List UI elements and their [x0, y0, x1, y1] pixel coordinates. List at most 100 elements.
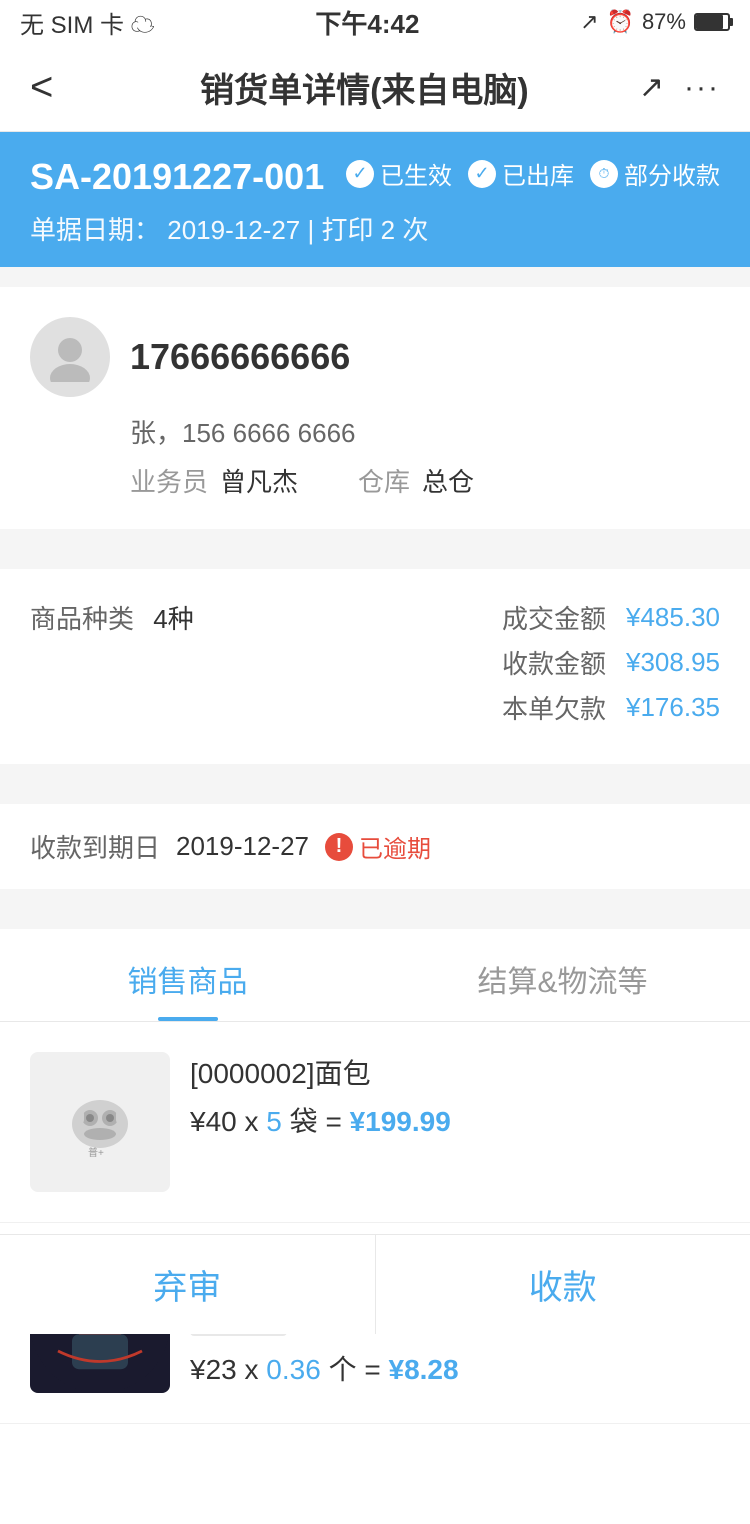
- tab-products[interactable]: 销售商品: [0, 929, 375, 1021]
- nav-bar: < 销货单详情(来自电脑) ↗︎ ···: [0, 44, 750, 132]
- date-label: 单据日期：: [30, 215, 160, 245]
- location-icon: ↗: [580, 9, 598, 35]
- owed-amount-value: ¥176.35: [626, 692, 720, 723]
- shipped-icon: ✓: [468, 160, 496, 188]
- bottom-spacer: [0, 1424, 750, 1524]
- date-value: 2019-12-27: [167, 215, 300, 245]
- status-right: ↗ ⏰ 87%: [580, 9, 730, 35]
- type-label: 商品种类: [30, 604, 134, 634]
- product-type-info: 商品种类 4种: [30, 599, 194, 636]
- product-image-1: 普+: [30, 1052, 170, 1192]
- customer-id: 17666666666: [130, 336, 350, 378]
- deal-amount-label: 成交金额: [502, 599, 606, 636]
- order-date: 单据日期： 2019-12-27 | 打印 2 次: [30, 210, 720, 247]
- stats-row: 商品种类 4种 成交金额 ¥485.30 收款金额 ¥308.95 本单欠款 ¥…: [30, 599, 720, 734]
- back-button[interactable]: <: [30, 65, 90, 110]
- qty-1: 5: [266, 1106, 282, 1137]
- print-info: | 打印 2 次: [307, 215, 428, 245]
- deal-amount-line: 成交金额 ¥485.30: [502, 599, 720, 636]
- unit-2: 个: [329, 1354, 357, 1385]
- status-left: 无 SIM 卡 ☁: [20, 5, 155, 40]
- price-x-1: x: [245, 1106, 267, 1137]
- price-eq-2: =: [364, 1354, 388, 1385]
- amount-stats: 成交金额 ¥485.30 收款金额 ¥308.95 本单欠款 ¥176.35: [502, 599, 720, 734]
- due-section: 收款到期日 2019-12-27 ! 已逾期: [0, 804, 750, 889]
- warehouse-item: 仓库 总仓: [358, 462, 474, 499]
- partial-icon: ⏱: [590, 160, 618, 188]
- customer-name: 张，156 6666 6666: [130, 413, 720, 450]
- avatar: [30, 317, 110, 397]
- status-badges: ✓ 已生效 ✓ 已出库 ⏱ 部分收款: [346, 156, 720, 191]
- collect-payment-button[interactable]: 收款: [376, 1235, 750, 1334]
- price-x-2: x: [245, 1354, 267, 1385]
- sim-status: 无 SIM 卡 ☁: [20, 5, 155, 40]
- collect-payment-label: 收款: [529, 1260, 597, 1309]
- due-date-value: 2019-12-27: [176, 831, 309, 862]
- status-time: 下午4:42: [315, 4, 419, 41]
- nav-actions: ↗︎ ···: [639, 70, 720, 105]
- product-name-1: [0000002]面包: [190, 1052, 720, 1092]
- avatar-icon: [45, 332, 95, 382]
- list-item: 普+ [0000002]面包 ¥40 x 5 袋 = ¥199.99: [0, 1022, 750, 1223]
- divider-3: [0, 889, 750, 909]
- sales-rep-label: 业务员: [130, 462, 208, 499]
- order-id: SA-20191227-001: [30, 156, 324, 198]
- customer-row: 17666666666: [30, 317, 720, 397]
- divider-1: [0, 529, 750, 549]
- share-icon[interactable]: ↗︎: [639, 70, 664, 105]
- price-eq-1: =: [325, 1106, 349, 1137]
- sales-rep-item: 业务员 曾凡杰: [130, 462, 298, 499]
- warehouse-label: 仓库: [358, 462, 410, 499]
- overdue-label: 已逾期: [359, 829, 431, 864]
- price-base-2: ¥23: [190, 1354, 237, 1385]
- product-info-1: [0000002]面包 ¥40 x 5 袋 = ¥199.99: [190, 1052, 720, 1140]
- owed-amount-line: 本单欠款 ¥176.35: [502, 689, 720, 726]
- product-icon-1: 普+: [60, 1082, 140, 1162]
- badge-partial: ⏱ 部分收款: [590, 156, 720, 191]
- sales-rep-value: 曾凡杰: [220, 462, 298, 499]
- svg-text:普+: 普+: [88, 1146, 104, 1159]
- stats-section: 商品种类 4种 成交金额 ¥485.30 收款金额 ¥308.95 本单欠款 ¥…: [0, 569, 750, 764]
- type-count: 4种: [153, 604, 193, 634]
- product-title-1: 面包: [315, 1058, 371, 1089]
- tab-settlement[interactable]: 结算&物流等: [375, 929, 750, 1021]
- product-price-1: ¥40 x 5 袋 = ¥199.99: [190, 1100, 720, 1140]
- tab-settlement-label: 结算&物流等: [477, 966, 647, 999]
- shipped-label: 已出库: [502, 156, 574, 191]
- header-banner: SA-20191227-001 ✓ 已生效 ✓ 已出库 ⏱ 部分收款: [0, 132, 750, 267]
- tabs-section: 销售商品 结算&物流等: [0, 929, 750, 1022]
- status-bar: 无 SIM 卡 ☁ 下午4:42 ↗ ⏰ 87%: [0, 0, 750, 44]
- unit-1: 袋: [290, 1106, 318, 1137]
- alarm-icon: ⏰: [607, 9, 634, 35]
- qty-2: 0.36: [266, 1354, 321, 1385]
- received-amount-value: ¥308.95: [626, 647, 720, 678]
- tab-products-label: 销售商品: [128, 966, 248, 999]
- product-code-1: [0000002]: [190, 1058, 315, 1089]
- abandon-review-label: 弃审: [153, 1260, 221, 1309]
- overdue-badge: ! 已逾期: [325, 829, 431, 864]
- customer-section: 17666666666 张，156 6666 6666 业务员 曾凡杰 仓库 总…: [0, 287, 750, 529]
- overdue-icon: !: [325, 833, 353, 861]
- due-label: 收款到期日: [30, 828, 160, 865]
- battery-icon: [694, 13, 730, 31]
- owed-amount-label: 本单欠款: [502, 689, 606, 726]
- deal-amount-value: ¥485.30: [626, 602, 720, 633]
- back-icon: <: [30, 65, 53, 109]
- total-1: ¥199.99: [350, 1106, 451, 1137]
- product-price-2: ¥23 x 0.36 个 = ¥8.28: [190, 1348, 720, 1388]
- activated-label: 已生效: [380, 156, 452, 191]
- bottom-bar: 弃审 收款: [0, 1234, 750, 1334]
- warehouse-value: 总仓: [422, 462, 474, 499]
- total-2: ¥8.28: [389, 1354, 459, 1385]
- abandon-review-button[interactable]: 弃审: [0, 1235, 376, 1334]
- tabs: 销售商品 结算&物流等: [0, 929, 750, 1021]
- badge-activated: ✓ 已生效: [346, 156, 452, 191]
- badge-shipped: ✓ 已出库: [468, 156, 574, 191]
- more-icon[interactable]: ···: [684, 71, 720, 105]
- page-title: 销货单详情(来自电脑): [90, 63, 639, 112]
- battery-level: 87%: [642, 9, 686, 35]
- customer-meta: 业务员 曾凡杰 仓库 总仓: [130, 462, 720, 499]
- partial-label: 部分收款: [624, 156, 720, 191]
- divider-2: [0, 764, 750, 784]
- activated-icon: ✓: [346, 160, 374, 188]
